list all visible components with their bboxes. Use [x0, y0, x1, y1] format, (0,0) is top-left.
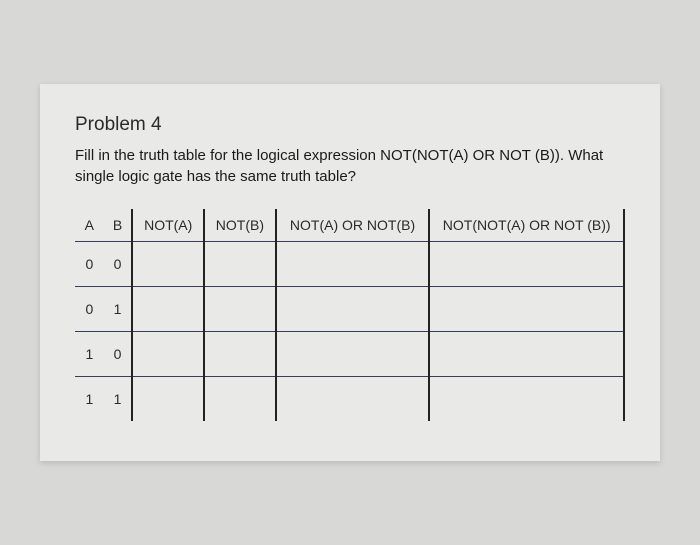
cell-nota — [132, 376, 204, 421]
cell-notb — [204, 241, 276, 286]
cell-notb — [204, 331, 276, 376]
cell-or — [276, 331, 430, 376]
table-row: 1 1 — [75, 376, 624, 421]
header-or: NOT(A) OR NOT(B) — [276, 209, 430, 242]
cell-or — [276, 241, 430, 286]
cell-nota — [132, 286, 204, 331]
cell-b: 0 — [104, 241, 133, 286]
cell-notb — [204, 376, 276, 421]
truth-table: A B NOT(A) NOT(B) NOT(A) OR NOT(B) NOT(N… — [75, 209, 625, 421]
cell-b: 0 — [104, 331, 133, 376]
cell-a: 0 — [75, 286, 104, 331]
cell-a: 1 — [75, 331, 104, 376]
table-header-row: A B NOT(A) NOT(B) NOT(A) OR NOT(B) NOT(N… — [75, 209, 624, 242]
header-nota: NOT(A) — [132, 209, 204, 242]
cell-notor — [429, 241, 624, 286]
cell-notor — [429, 286, 624, 331]
header-notb: NOT(B) — [204, 209, 276, 242]
header-b: B — [104, 209, 133, 242]
cell-nota — [132, 331, 204, 376]
cell-notor — [429, 331, 624, 376]
table-row: 1 0 — [75, 331, 624, 376]
cell-notb — [204, 286, 276, 331]
cell-b: 1 — [104, 286, 133, 331]
cell-b: 1 — [104, 376, 133, 421]
cell-nota — [132, 241, 204, 286]
header-a: A — [75, 209, 104, 242]
cell-or — [276, 376, 430, 421]
cell-a: 1 — [75, 376, 104, 421]
cell-or — [276, 286, 430, 331]
problem-title: Problem 4 — [75, 114, 625, 136]
problem-text: Fill in the truth table for the logical … — [75, 146, 625, 187]
table-row: 0 1 — [75, 286, 624, 331]
table-row: 0 0 — [75, 241, 624, 286]
header-notor: NOT(NOT(A) OR NOT (B)) — [429, 209, 624, 242]
worksheet-page: Problem 4 Fill in the truth table for th… — [40, 84, 660, 461]
cell-a: 0 — [75, 241, 104, 286]
cell-notor — [429, 376, 624, 421]
